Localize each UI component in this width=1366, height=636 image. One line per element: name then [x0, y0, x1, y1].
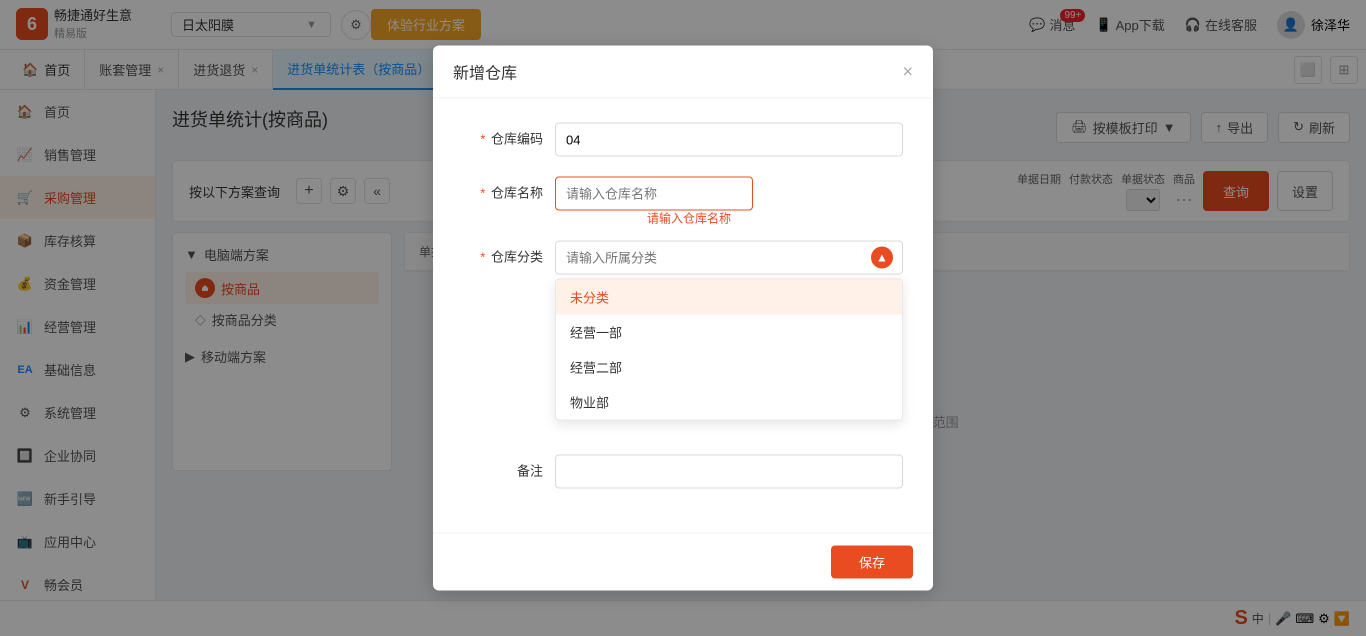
dropdown-option-dept3[interactable]: 物业部: [556, 385, 902, 420]
form-row-remark: 备注: [463, 455, 903, 489]
code-label: * 仓库编码: [463, 123, 543, 148]
category-label: * 仓库分类: [463, 241, 543, 266]
dropdown-option-dept2[interactable]: 经营二部: [556, 350, 902, 385]
remark-input[interactable]: [555, 455, 903, 489]
name-error-msg: 请输入仓库名称: [647, 210, 731, 227]
code-required-star: *: [480, 132, 485, 147]
name-label: * 仓库名称: [463, 177, 543, 202]
remark-label: 备注: [463, 455, 543, 480]
save-button[interactable]: 保存: [831, 546, 913, 579]
modal-close-btn[interactable]: ×: [902, 61, 913, 82]
form-row-category: * 仓库分类 ▲ 未分类 经营一部 经营二部 物业部: [463, 241, 903, 275]
modal-body: * 仓库编码 * 仓库名称 请输入仓库名称 * 仓库分类 ▲: [433, 99, 933, 533]
modal-header: 新增仓库 ×: [433, 46, 933, 99]
dropdown-option-dept1[interactable]: 经营一部: [556, 315, 902, 350]
form-row-name: * 仓库名称 请输入仓库名称: [463, 177, 903, 211]
category-input[interactable]: [555, 241, 903, 275]
category-required-star: *: [480, 250, 485, 265]
name-required-star: *: [480, 186, 485, 201]
modal-footer: 保存: [433, 533, 933, 591]
dropdown-list: 未分类 经营一部 经营二部 物业部: [555, 279, 903, 421]
dropdown-toggle-icon[interactable]: ▲: [871, 247, 893, 269]
form-row-code: * 仓库编码: [463, 123, 903, 157]
new-warehouse-modal: 新增仓库 × * 仓库编码 * 仓库名称 请输入仓库名称 *: [433, 46, 933, 591]
name-input-wrap: 请输入仓库名称: [555, 177, 903, 211]
name-input[interactable]: [555, 177, 753, 211]
modal-title: 新增仓库: [453, 60, 517, 84]
code-input[interactable]: [555, 123, 903, 157]
category-dropdown: ▲ 未分类 经营一部 经营二部 物业部: [555, 241, 903, 275]
dropdown-option-uncategorized[interactable]: 未分类: [556, 280, 902, 315]
